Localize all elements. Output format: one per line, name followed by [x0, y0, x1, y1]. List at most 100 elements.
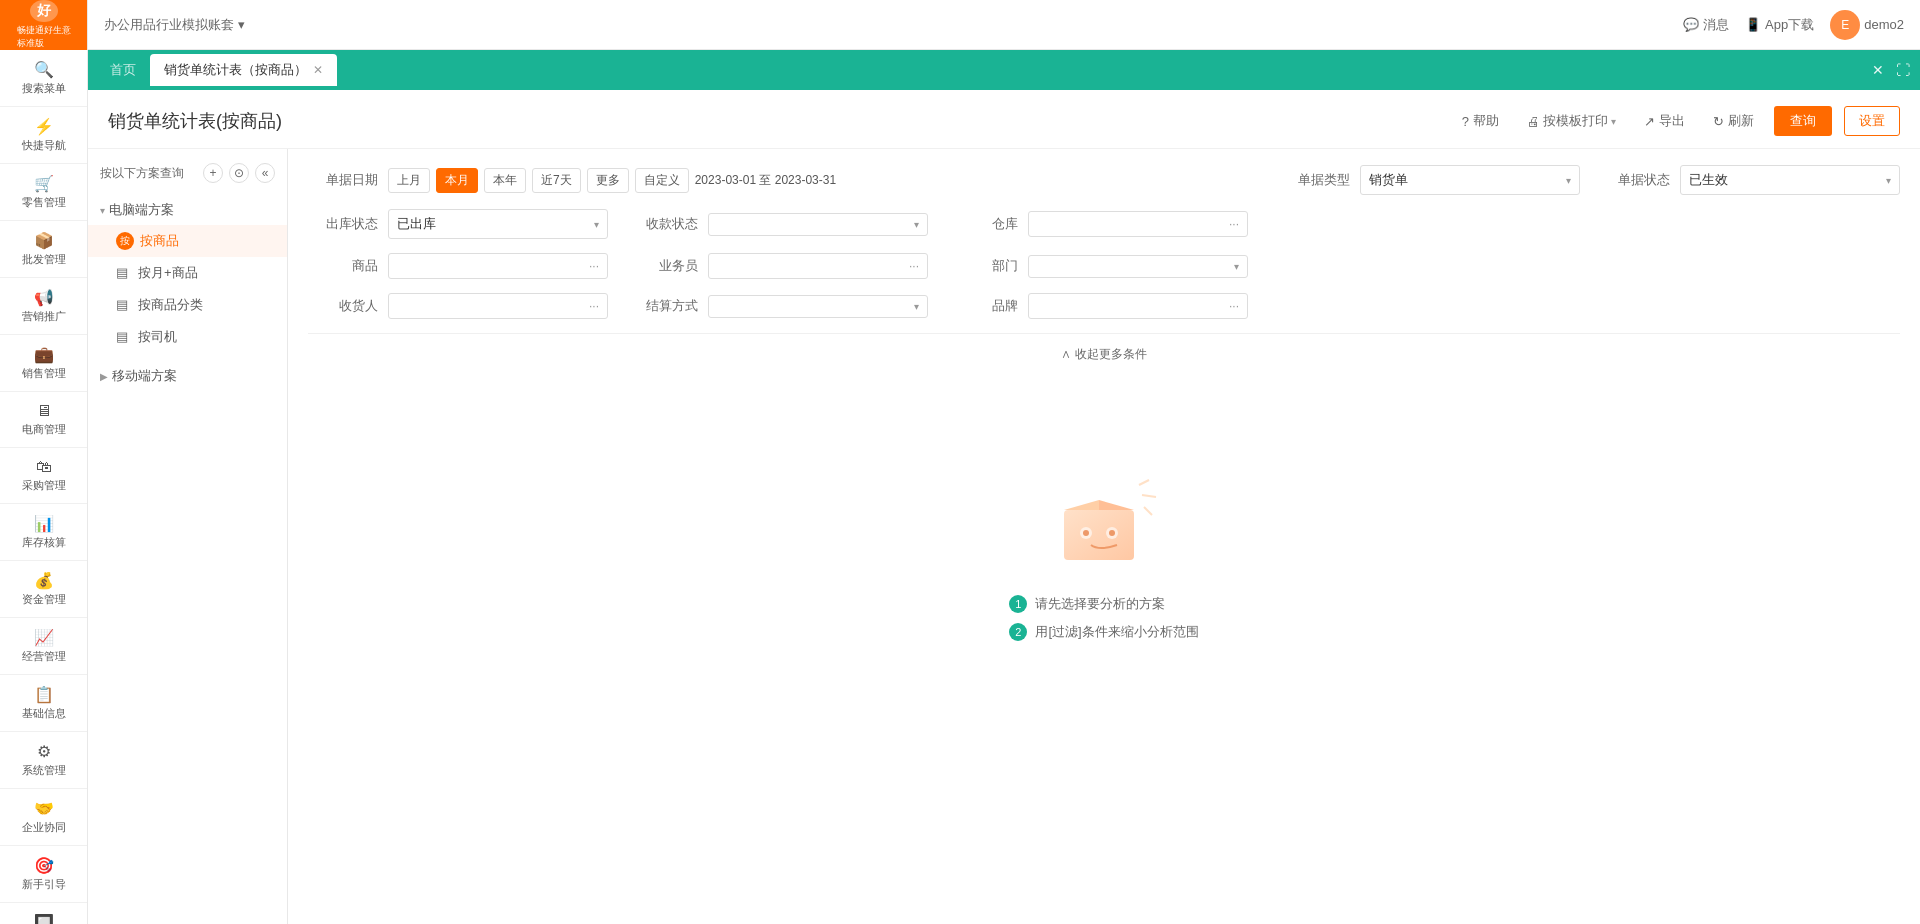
- status-dropdown-icon: ▾: [1886, 175, 1891, 186]
- sidebar-item-sales[interactable]: 💼销售管理: [0, 335, 87, 392]
- settlement-dropdown-icon: ▾: [914, 301, 919, 312]
- inventory-icon: 📊: [34, 514, 54, 533]
- tab-report[interactable]: 销货单统计表（按商品） ✕: [150, 54, 337, 86]
- date-btn-7days[interactable]: 近7天: [532, 168, 581, 193]
- message-action[interactable]: 💬 消息: [1683, 16, 1729, 34]
- tree-parent-mobile[interactable]: ▶ 移动端方案: [88, 361, 287, 391]
- receiver-select[interactable]: ···: [388, 293, 608, 319]
- sidebar-item-quicknav[interactable]: ⚡快捷导航: [0, 107, 87, 164]
- type-filter-select[interactable]: 销货单 ▾: [1360, 165, 1580, 195]
- sidebar-item-finance[interactable]: 💰资金管理: [0, 561, 87, 618]
- tree-parent-mobile-label: 移动端方案: [112, 367, 177, 385]
- svg-line-8: [1142, 495, 1156, 497]
- sidebar-item-ecommerce[interactable]: 🖥电商管理: [0, 392, 87, 448]
- print-icon: 🖨: [1527, 114, 1540, 129]
- sidebar-item-inventory[interactable]: 📊 库存核算: [0, 504, 87, 561]
- sidebar-item-basic-label: 基础信息: [22, 706, 66, 721]
- tabbar-right: ✕ ⛶: [1870, 60, 1912, 80]
- copy-scheme-btn[interactable]: ⊙: [229, 163, 249, 183]
- ops-icon: 📈: [34, 628, 54, 647]
- tab-home[interactable]: 首页: [96, 54, 150, 86]
- settlement-select[interactable]: ▾: [708, 295, 928, 318]
- refresh-btn[interactable]: ↻ 刷新: [1705, 108, 1762, 134]
- by-category-label: 按商品分类: [138, 296, 203, 314]
- svg-line-9: [1144, 507, 1152, 515]
- date-btn-custom[interactable]: 自定义: [635, 168, 689, 193]
- tree-child-by-month-product[interactable]: ▤ 按月+商品: [88, 257, 287, 289]
- username: demo2: [1864, 17, 1904, 32]
- date-btn-this-month[interactable]: 本月: [436, 168, 478, 193]
- sidebar-item-system[interactable]: ⚙系统管理: [0, 732, 87, 789]
- staff-label: 业务员: [628, 257, 708, 275]
- settings-btn[interactable]: 设置: [1844, 106, 1900, 136]
- sidebar-item-marketing[interactable]: 📢营销推广: [0, 278, 87, 335]
- status-filter-select[interactable]: 已生效 ▾: [1680, 165, 1900, 195]
- refresh-label: 刷新: [1728, 112, 1754, 130]
- sidebar-item-guide[interactable]: 🎯新手引导: [0, 846, 87, 903]
- empty-hint-1: 1 请先选择要分析的方案: [1009, 595, 1198, 613]
- product-select[interactable]: ···: [388, 253, 608, 279]
- expand-arrow-icon: ▾: [100, 205, 105, 216]
- staff-select[interactable]: ···: [708, 253, 928, 279]
- receive-status-label: 收款状态: [628, 215, 708, 233]
- content-area: 销货单统计表(按商品) ? 帮助 🖨 按模板打印 ▾ ↗ 导出: [88, 90, 1920, 924]
- close-window-btn[interactable]: ✕: [1870, 60, 1886, 80]
- right-panel: 单据日期 上月 本月 本年 近7天 更多 自定义 2023-03-01 至 20…: [288, 149, 1920, 924]
- sidebar-item-purchase-label: 采购管理: [22, 478, 66, 493]
- date-btn-more[interactable]: 更多: [587, 168, 629, 193]
- empty-hint-2: 2 用[过滤]条件来缩小分析范围: [1009, 623, 1198, 641]
- sidebar-item-ops[interactable]: 📈 经营管理: [0, 618, 87, 675]
- brand-select[interactable]: ···: [1028, 293, 1248, 319]
- tree-child-by-product[interactable]: 按 按商品: [88, 225, 287, 257]
- help-btn[interactable]: ? 帮助: [1454, 108, 1507, 134]
- sidebar-item-coop[interactable]: 🤝企业协同: [0, 789, 87, 846]
- tree-child-by-category[interactable]: ▤ 按商品分类: [88, 289, 287, 321]
- by-cashier-label: 按司机: [138, 328, 177, 346]
- collapse-btn[interactable]: ∧ 收起更多条件: [1049, 342, 1158, 367]
- sidebar-item-apps[interactable]: 🔲应用中心: [0, 903, 87, 924]
- page-header: 销货单统计表(按商品) ? 帮助 🖨 按模板打印 ▾ ↗ 导出: [88, 90, 1920, 149]
- sidebar-item-ops-label: 经营管理: [22, 649, 66, 664]
- sidebar-item-purchase[interactable]: 🛍采购管理: [0, 448, 87, 504]
- breadcrumb-arrow-icon[interactable]: ▾: [238, 17, 245, 32]
- marketing-icon: 📢: [34, 288, 54, 307]
- query-btn[interactable]: 查询: [1774, 106, 1832, 136]
- tree-parent-desktop[interactable]: ▾ 电脑端方案: [88, 195, 287, 225]
- sidebar-item-search[interactable]: 🔍搜索菜单: [0, 50, 87, 107]
- receiver-label: 收货人: [308, 297, 388, 315]
- export-btn[interactable]: ↗ 导出: [1636, 108, 1693, 134]
- expand-btn[interactable]: ⛶: [1894, 60, 1912, 80]
- quicknav-icon: ⚡: [34, 117, 54, 136]
- sidebar-item-coop-label: 企业协同: [22, 820, 66, 835]
- sidebar-item-retail[interactable]: 🛒零售管理: [0, 164, 87, 221]
- out-status-select[interactable]: 已出库 ▾: [388, 209, 608, 239]
- filter-actions: + ⊙ «: [203, 163, 275, 183]
- filter-header: 按以下方案查询 + ⊙ «: [88, 159, 287, 191]
- product-dots-icon: ···: [589, 259, 599, 273]
- app-name: 畅捷通好生意: [17, 24, 71, 37]
- export-icon: ↗: [1644, 114, 1655, 129]
- sidebar-item-inventory-label: 库存核算: [22, 535, 66, 550]
- sidebar-item-basic[interactable]: 📋基础信息: [0, 675, 87, 732]
- date-btn-last-month[interactable]: 上月: [388, 168, 430, 193]
- app-download-action[interactable]: 📱 App下载: [1745, 16, 1814, 34]
- tree-child-by-cashier[interactable]: ▤ 按司机: [88, 321, 287, 353]
- date-btn-this-year[interactable]: 本年: [484, 168, 526, 193]
- page-title: 销货单统计表(按商品): [108, 109, 282, 133]
- dept-select[interactable]: ▾: [1028, 255, 1248, 278]
- collapse-btn-label: ∧ 收起更多条件: [1061, 346, 1146, 363]
- refresh-icon: ↻: [1713, 114, 1724, 129]
- app-logo[interactable]: 好 畅捷通好生意 标准版: [0, 0, 87, 50]
- date-filter-value: 上月 本月 本年 近7天 更多 自定义 2023-03-01 至 2023-03…: [388, 168, 1260, 193]
- add-scheme-btn[interactable]: +: [203, 163, 223, 183]
- export-label: 导出: [1659, 112, 1685, 130]
- template-print-btn[interactable]: 🖨 按模板打印 ▾: [1519, 108, 1624, 134]
- hint-num-1: 1: [1009, 595, 1027, 613]
- tab-close-icon[interactable]: ✕: [313, 64, 323, 76]
- sidebar-item-system-label: 系统管理: [22, 763, 66, 778]
- user-profile[interactable]: E demo2: [1830, 10, 1904, 40]
- sidebar-item-wholesale[interactable]: 📦批发管理: [0, 221, 87, 278]
- receive-status-select[interactable]: ▾: [708, 213, 928, 236]
- collapse-panel-btn[interactable]: «: [255, 163, 275, 183]
- warehouse-select[interactable]: ···: [1028, 211, 1248, 237]
